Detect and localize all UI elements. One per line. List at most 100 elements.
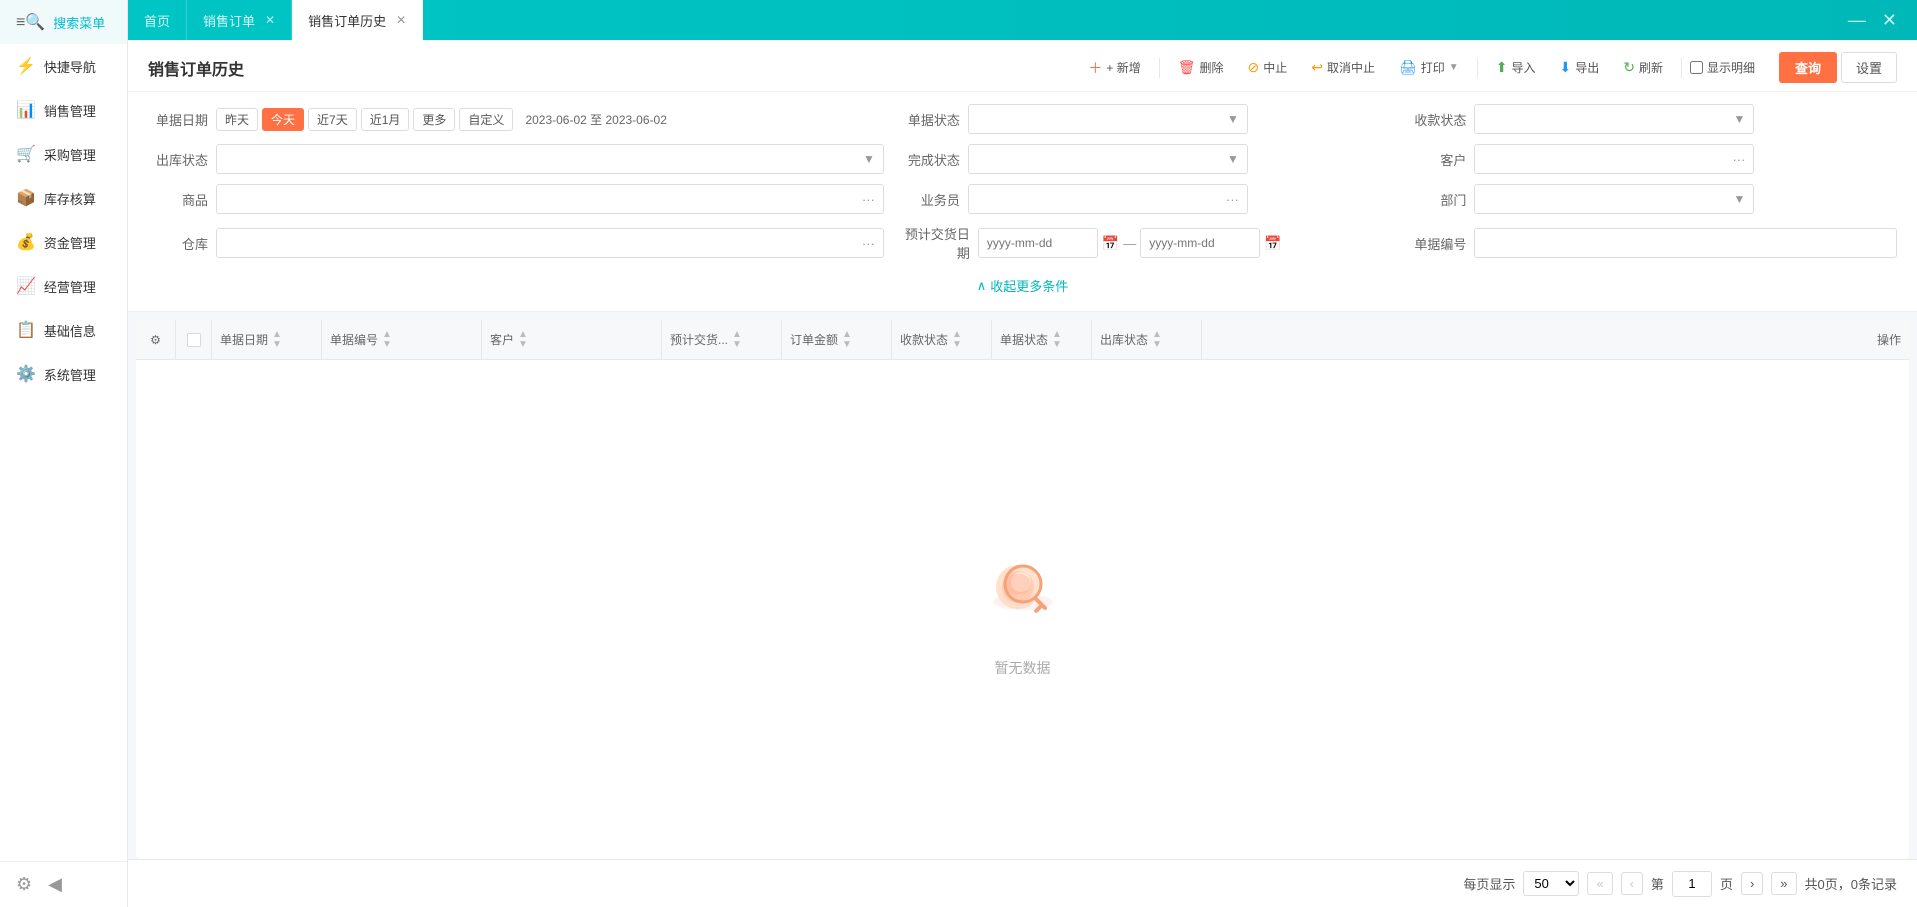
date-btn-more[interactable]: 更多 [413,108,455,131]
next-page-btn[interactable]: › [1741,872,1763,895]
delivery-date-label: 预计交货日期 [900,224,970,262]
complete-status-arrow: ▼ [1227,152,1239,166]
th-order-status[interactable]: 单据状态 ▲▼ [992,320,1092,359]
sidebar-item-quick-nav-label: 快捷导航 [44,57,96,76]
sidebar-item-operations[interactable]: 📈 经营管理 [0,264,127,308]
export-icon: ⬇ [1559,59,1571,76]
department-select[interactable]: ▼ [1474,184,1754,214]
delivery-date-from[interactable] [978,228,1098,258]
warehouse-status-select[interactable]: ▼ [216,144,884,174]
sidebar-item-sales[interactable]: 📊 销售管理 [0,88,127,132]
date-btn-custom[interactable]: 自定义 [459,108,513,131]
print-dropdown-icon[interactable]: ▼ [1449,62,1459,73]
delivery-date-filter: 预计交货日期 📅 — 📅 [900,224,1391,262]
complete-status-label: 完成状态 [900,150,960,169]
empty-icon [973,542,1073,642]
system-icon: ⚙️ [16,364,36,384]
first-page-btn[interactable]: « [1587,872,1612,895]
print-button[interactable]: 🖨 打印 ▼ [1389,54,1469,81]
sidebar-collapse-icon[interactable]: ◀ [48,874,62,895]
goods-label: 商品 [148,190,208,209]
th-number[interactable]: 单据编号 ▲▼ [322,320,482,359]
th-checkbox[interactable] [176,320,212,359]
th-action: 操作 [1202,320,1909,359]
tab-sales-order-history[interactable]: 销售订单历史 ✕ [292,0,423,40]
cancel-stop-button[interactable]: ↩ 取消中止 [1301,54,1385,81]
sidebar-item-purchase[interactable]: 🛒 采购管理 [0,132,127,176]
order-no-input[interactable] [1474,228,1897,258]
sort-delivery-icon: ▲▼ [732,330,742,350]
add-button[interactable]: ＋ + 新增 [1078,53,1150,83]
delete-button[interactable]: 🗑 删除 [1168,54,1234,81]
sidebar-item-inventory[interactable]: 📦 库存核算 [0,176,127,220]
th-collection[interactable]: 收款状态 ▲▼ [892,320,992,359]
collapse-btn[interactable]: ∧ 收起更多条件 [148,272,1897,299]
export-button[interactable]: ⬇ 导出 [1549,54,1609,81]
tab-sales-order[interactable]: 销售订单 ✕ [187,0,292,40]
date-btn-today[interactable]: 今天 [262,108,304,131]
toolbar: ＋ + 新增 🗑 删除 ⊘ 中止 ↩ 取消中止 🖨 打 [1078,52,1897,83]
th-amount[interactable]: 订单金额 ▲▼ [782,320,892,359]
add-icon: ＋ [1088,58,1102,78]
select-all-checkbox[interactable] [187,333,201,347]
collection-status-select[interactable]: ▼ [1474,104,1754,134]
tab-sales-order-close[interactable]: ✕ [265,14,275,26]
sort-order-icon: ▲▼ [1052,330,1062,350]
quick-nav-icon: ⚡ [16,56,36,76]
sidebar-item-quick-nav[interactable]: ⚡ 快捷导航 [0,44,127,88]
date-btn-1month[interactable]: 近1月 [361,108,410,131]
page-input[interactable] [1672,871,1712,897]
sidebar-settings-icon[interactable]: ⚙ [16,874,32,895]
th-settings[interactable]: ⚙ [136,320,176,359]
sidebar-item-purchase-label: 采购管理 [44,145,96,164]
warehouse-status-label: 出库状态 [148,150,208,169]
stop-button[interactable]: ⊘ 中止 [1238,54,1298,81]
customer-select[interactable]: ··· [1474,144,1754,174]
collection-status-label: 收款状态 [1406,110,1466,129]
delivery-date-to[interactable] [1140,228,1260,258]
window-close-btn[interactable]: ✕ [1878,6,1901,35]
display-detail-input[interactable] [1690,61,1703,74]
prev-page-btn[interactable]: ‹ [1621,872,1643,895]
sidebar-item-finance[interactable]: 💰 资金管理 [0,220,127,264]
th-warehouse-status[interactable]: 出库状态 ▲▼ [1092,320,1202,359]
sort-warehouse-icon: ▲▼ [1152,330,1162,350]
date-separator: — [1123,236,1136,251]
last-page-btn[interactable]: » [1771,872,1796,895]
sidebar-item-base-info[interactable]: 📋 基础信息 [0,308,127,352]
order-status-arrow: ▼ [1227,112,1239,126]
th-date[interactable]: 单据日期 ▲▼ [212,320,322,359]
window-minimize-btn[interactable]: — [1844,6,1870,35]
warehouse-select[interactable]: ··· [216,228,884,258]
date-btn-7days[interactable]: 近7天 [308,108,357,131]
salesman-select[interactable]: ··· [968,184,1248,214]
display-detail-checkbox[interactable]: 显示明细 [1690,59,1755,76]
toolbar-divider-1 [1159,58,1160,78]
empty-text: 暂无数据 [995,658,1051,678]
collection-status-arrow: ▼ [1734,112,1746,126]
empty-svg [973,542,1073,642]
query-button[interactable]: 查询 [1779,52,1837,83]
complete-status-select[interactable]: ▼ [968,144,1248,174]
tab-home[interactable]: 首页 [128,0,187,40]
empty-state: 暂无数据 [136,360,1909,859]
th-customer[interactable]: 客户 ▲▼ [482,320,662,359]
sort-collection-icon: ▲▼ [952,330,962,350]
settings-button[interactable]: 设置 [1841,52,1897,83]
sales-icon: 📊 [16,100,36,120]
th-delivery[interactable]: 预计交货... ▲▼ [662,320,782,359]
sidebar-item-system[interactable]: ⚙️ 系统管理 [0,352,127,396]
tab-sales-order-history-close[interactable]: ✕ [396,14,406,26]
sidebar-item-search[interactable]: ≡🔍 搜索菜单 [0,0,127,44]
order-status-filter: 单据状态 ▼ [900,104,1391,134]
sidebar-item-operations-label: 经营管理 [44,277,96,296]
refresh-button[interactable]: ↻ 刷新 [1613,54,1673,81]
collapse-label: 收起更多条件 [990,276,1068,295]
import-button[interactable]: ⬆ 导入 [1486,54,1546,81]
calendar-from-icon[interactable]: 📅 [1102,235,1119,252]
calendar-to-icon[interactable]: 📅 [1264,235,1281,252]
date-btn-yesterday[interactable]: 昨天 [216,108,258,131]
goods-select[interactable]: ··· [216,184,884,214]
order-status-select[interactable]: ▼ [968,104,1248,134]
per-page-select[interactable]: 50 10 20 100 [1523,871,1579,896]
